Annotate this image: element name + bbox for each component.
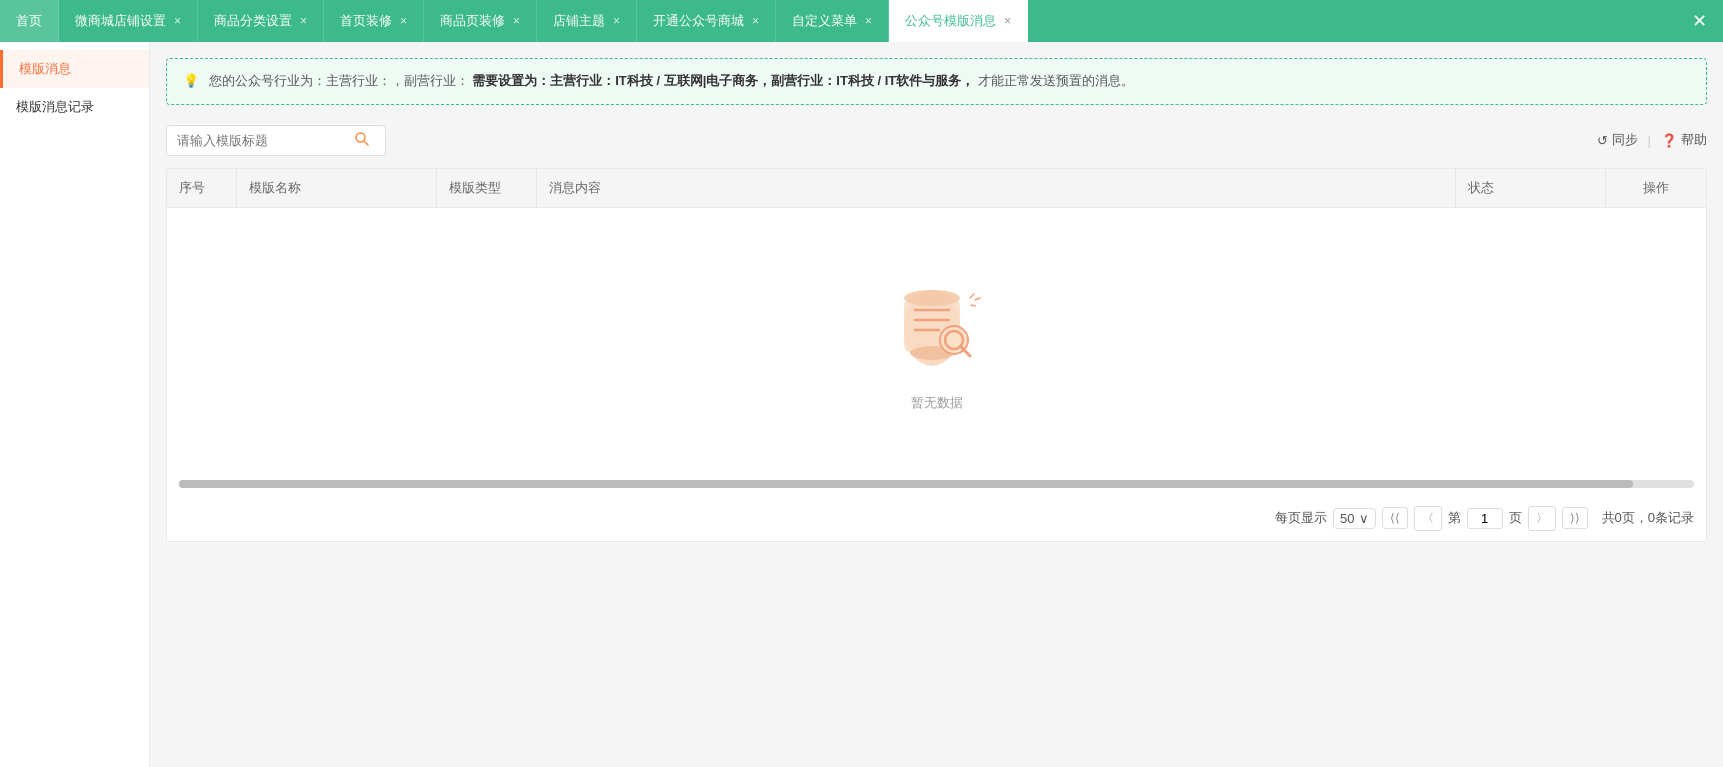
page-number-input[interactable] <box>1467 508 1503 529</box>
col-header-name: 模版名称 <box>237 169 437 207</box>
first-page-button[interactable]: ⟨⟨ <box>1382 507 1408 529</box>
sync-button[interactable]: ↺ 同步 <box>1597 131 1638 149</box>
notice-box: 💡 您的公众号行业为：主营行业：，副营行业： 需要设置为：主营行业：IT科技 /… <box>166 58 1707 105</box>
search-button[interactable] <box>347 126 377 155</box>
tab-open-mall[interactable]: 开通公众号商城 × <box>637 0 776 42</box>
page-size-label: 每页显示 <box>1275 509 1327 527</box>
tab-home[interactable]: 首页 <box>0 0 59 42</box>
tab-shop-theme[interactable]: 店铺主题 × <box>537 0 637 42</box>
close-icon[interactable]: × <box>513 14 520 28</box>
chevron-down-icon: ∨ <box>1359 511 1369 526</box>
col-header-action: 操作 <box>1606 169 1706 207</box>
page-label-pre: 第 <box>1448 509 1461 527</box>
page-label-suf: 页 <box>1509 509 1522 527</box>
content-area: 💡 您的公众号行业为：主营行业：，副营行业： 需要设置为：主营行业：IT科技 /… <box>150 42 1723 767</box>
lightbulb-icon: 💡 <box>183 73 199 88</box>
page-total: 共0页，0条记录 <box>1602 509 1694 527</box>
close-icon[interactable]: × <box>400 14 407 28</box>
scrollbar-thumb[interactable] <box>179 480 1633 488</box>
svg-line-13 <box>975 298 980 300</box>
pagination: 每页显示 50 ∨ ⟨⟨ 〈 第 页 〉 ⟩⟩ 共0页，0条记录 <box>167 496 1706 541</box>
close-icon[interactable]: × <box>752 14 759 28</box>
next-page-button[interactable]: 〉 <box>1528 506 1556 531</box>
col-header-seq: 序号 <box>167 169 237 207</box>
empty-illustration <box>882 268 992 378</box>
help-button[interactable]: ❓ 帮助 <box>1661 131 1707 149</box>
sync-icon: ↺ <box>1597 133 1608 148</box>
tab-homepage-decor[interactable]: 首页装修 × <box>324 0 424 42</box>
divider: | <box>1648 133 1651 148</box>
empty-text: 暂无数据 <box>911 394 963 412</box>
tab-custom-menu[interactable]: 自定义菜单 × <box>776 0 889 42</box>
prev-page-button[interactable]: 〈 <box>1414 506 1442 531</box>
horizontal-scrollbar[interactable] <box>179 480 1694 488</box>
close-icon[interactable]: × <box>865 14 872 28</box>
sidebar: 模版消息 模版消息记录 <box>0 42 150 767</box>
tab-template-msg[interactable]: 公众号模版消息 × <box>889 0 1028 42</box>
svg-point-7 <box>904 290 960 306</box>
svg-line-14 <box>971 305 975 306</box>
help-icon: ❓ <box>1661 133 1677 148</box>
tab-bar: 首页 微商城店铺设置 × 商品分类设置 × 首页装修 × 商品页装修 × 店铺主… <box>0 0 1723 42</box>
window-close-button[interactable]: ✕ <box>1676 10 1723 32</box>
search-field-wrapper <box>166 125 386 156</box>
close-icon[interactable]: × <box>613 14 620 28</box>
col-header-type: 模版类型 <box>437 169 537 207</box>
main-layout: 模版消息 模版消息记录 💡 您的公众号行业为：主营行业：，副营行业： 需要设置为… <box>0 42 1723 767</box>
empty-state: 暂无数据 <box>167 208 1706 472</box>
svg-line-12 <box>970 294 974 298</box>
search-bar: ↺ 同步 | ❓ 帮助 <box>166 125 1707 156</box>
close-icon[interactable]: × <box>1004 14 1011 28</box>
svg-line-1 <box>364 141 368 145</box>
data-table: 序号 模版名称 模版类型 消息内容 状态 操作 <box>166 168 1707 542</box>
page-size-select[interactable]: 50 ∨ <box>1333 508 1375 529</box>
table-header: 序号 模版名称 模版类型 消息内容 状态 操作 <box>167 169 1706 208</box>
col-header-status: 状态 <box>1456 169 1606 207</box>
tab-shop-settings[interactable]: 微商城店铺设置 × <box>59 0 198 42</box>
search-icon <box>355 132 369 146</box>
close-icon[interactable]: × <box>300 14 307 28</box>
search-input[interactable] <box>167 127 347 154</box>
sidebar-item-template-msg[interactable]: 模版消息 <box>0 50 149 88</box>
close-icon[interactable]: × <box>174 14 181 28</box>
tab-product-decor[interactable]: 商品页装修 × <box>424 0 537 42</box>
search-actions: ↺ 同步 | ❓ 帮助 <box>1597 131 1707 149</box>
tab-category-settings[interactable]: 商品分类设置 × <box>198 0 324 42</box>
last-page-button[interactable]: ⟩⟩ <box>1562 507 1588 529</box>
sidebar-item-template-msg-log[interactable]: 模版消息记录 <box>0 88 149 126</box>
col-header-content: 消息内容 <box>537 169 1456 207</box>
